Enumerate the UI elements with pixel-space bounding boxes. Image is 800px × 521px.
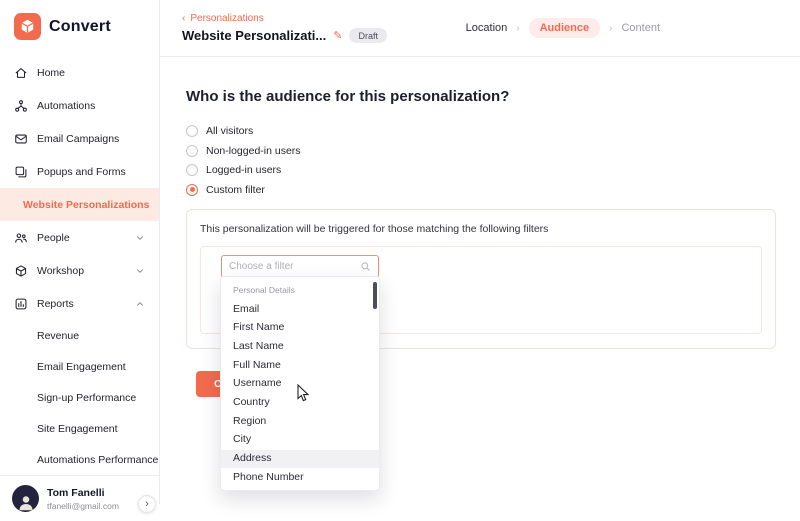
user-profile-row[interactable]: Tom Fanelli tfanelli@gmail.com › xyxy=(0,475,159,521)
option-custom-filter[interactable]: Custom filter xyxy=(186,183,800,196)
email-icon xyxy=(15,134,27,143)
dropdown-group-label: Personal Details xyxy=(233,285,295,295)
sidebar-item-email-campaigns[interactable]: Email Campaigns xyxy=(0,122,159,155)
chevron-right-icon: › xyxy=(516,22,520,34)
status-badge: Draft xyxy=(349,28,387,43)
chevron-down-icon xyxy=(135,233,145,243)
filter-description: This personalization will be triggered f… xyxy=(200,222,549,235)
convert-cube-icon xyxy=(14,13,41,40)
dropdown-item-country[interactable]: Country xyxy=(221,393,379,412)
sidebar-item-label: Workshop xyxy=(37,264,85,277)
dropdown-item-address[interactable]: Address xyxy=(221,449,379,469)
reports-icon xyxy=(15,298,27,309)
audience-step-content: Who is the audience for this personaliza… xyxy=(160,57,800,504)
sidebar-item-label: Reports xyxy=(37,297,74,310)
option-label: Custom filter xyxy=(206,183,265,196)
edit-title-icon[interactable]: ✎ xyxy=(333,29,342,42)
filter-dropdown: Personal Details Email First Name Last N… xyxy=(220,276,380,491)
step-audience[interactable]: Audience xyxy=(528,18,601,38)
sidebar-item-website-personalizations[interactable]: Website Personalizations xyxy=(0,188,159,221)
sidebar-item-email-engagement[interactable]: Email Engagement xyxy=(0,351,159,382)
step-location[interactable]: Location xyxy=(466,22,508,34)
header-left: ‹ Personalizations Website Personalizati… xyxy=(182,13,387,43)
people-icon xyxy=(15,232,27,243)
option-label: Logged-in users xyxy=(206,164,282,176)
sidebar-item-site-engagement[interactable]: Site Engagement xyxy=(0,413,159,444)
chevron-up-icon xyxy=(135,299,145,309)
choose-filter-input[interactable] xyxy=(229,260,354,272)
brand-name: Convert xyxy=(49,17,111,35)
sidebar-item-reports[interactable]: Reports xyxy=(0,287,159,320)
option-all-visitors[interactable]: All visitors xyxy=(186,125,800,137)
workshop-icon xyxy=(15,264,27,277)
sidebar-item-workshop[interactable]: Workshop xyxy=(0,254,159,287)
option-label: Non-logged-in users xyxy=(206,144,301,157)
sidebar-item-home[interactable]: Home xyxy=(0,56,159,89)
filter-input-wrap xyxy=(221,254,379,278)
breadcrumb-back[interactable]: ‹ Personalizations xyxy=(182,13,387,24)
dropdown-item-full-name[interactable]: Full Name xyxy=(221,356,379,375)
search-icon xyxy=(361,261,370,271)
avatar xyxy=(12,485,39,512)
sidebar-nav: Home Automations Email Campaigns Popups … xyxy=(0,56,159,475)
option-logged-in-users[interactable]: Logged-in users xyxy=(186,164,800,176)
popups-icon xyxy=(15,166,27,177)
sidebar-collapse-button[interactable]: › xyxy=(138,495,156,513)
dropdown-item-region[interactable]: Region xyxy=(221,412,379,431)
sidebar-item-label: Automations xyxy=(37,99,96,112)
sidebar-item-signup-performance[interactable]: Sign-up Performance xyxy=(0,382,159,413)
home-icon xyxy=(15,67,27,78)
chevron-right-icon: › xyxy=(145,497,149,510)
sidebar-item-popups-forms[interactable]: Popups and Forms xyxy=(0,155,159,188)
chevron-down-icon xyxy=(135,266,145,276)
page-question-heading: Who is the audience for this personaliza… xyxy=(186,88,510,105)
page-title: Website Personalizati... xyxy=(182,28,327,43)
sidebar-item-revenue[interactable]: Revenue xyxy=(0,320,159,351)
audience-options: All visitors Non-logged-in users Logged-… xyxy=(186,125,800,196)
sidebar-item-label: Home xyxy=(37,66,66,79)
sidebar-item-people[interactable]: People xyxy=(0,221,159,254)
dropdown-item-username[interactable]: Username xyxy=(221,375,379,394)
chevron-right-icon: › xyxy=(609,22,613,34)
dropdown-item-email[interactable]: Email xyxy=(221,300,379,319)
sidebar-item-automations-performance[interactable]: Automations Performance xyxy=(0,444,159,475)
wizard-stepper: Location › Audience › Content xyxy=(466,18,660,38)
user-name: Tom Fanelli xyxy=(47,486,105,499)
sidebar-item-automations[interactable]: Automations xyxy=(0,89,159,122)
chevron-left-icon: ‹ xyxy=(182,13,186,24)
reports-submenu: Revenue Email Engagement Sign-up Perform… xyxy=(0,320,159,475)
dropdown-scrollbar-thumb[interactable] xyxy=(373,282,377,309)
radio-unselected xyxy=(186,144,198,157)
sidebar-item-label: Website Personalizations xyxy=(23,198,150,211)
radio-unselected xyxy=(186,164,198,176)
page-header: ‹ Personalizations Website Personalizati… xyxy=(160,0,800,57)
sidebar-item-label: Email Campaigns xyxy=(37,132,120,145)
title-row: Website Personalizati... ✎ Draft xyxy=(182,28,387,43)
step-content[interactable]: Content xyxy=(621,22,660,34)
user-email: tfanelli@gmail.com xyxy=(47,500,119,511)
breadcrumb-label: Personalizations xyxy=(190,13,264,24)
automations-icon xyxy=(15,99,27,112)
dropdown-item-first-name[interactable]: First Name xyxy=(221,319,379,338)
option-non-logged-in-users[interactable]: Non-logged-in users xyxy=(186,144,800,157)
option-label: All visitors xyxy=(206,125,254,137)
radio-unselected xyxy=(186,125,198,137)
dropdown-item-last-name[interactable]: Last Name xyxy=(221,337,379,356)
sidebar-item-label: People xyxy=(37,231,70,244)
brand-logo[interactable]: Convert xyxy=(0,0,159,56)
dropdown-item-city[interactable]: City xyxy=(221,431,379,450)
sidebar: Convert Home Automations Email Campaigns… xyxy=(0,0,160,513)
sidebar-item-label: Popups and Forms xyxy=(37,165,126,178)
radio-selected xyxy=(186,183,198,196)
dropdown-item-phone-number[interactable]: Phone Number xyxy=(221,468,379,487)
